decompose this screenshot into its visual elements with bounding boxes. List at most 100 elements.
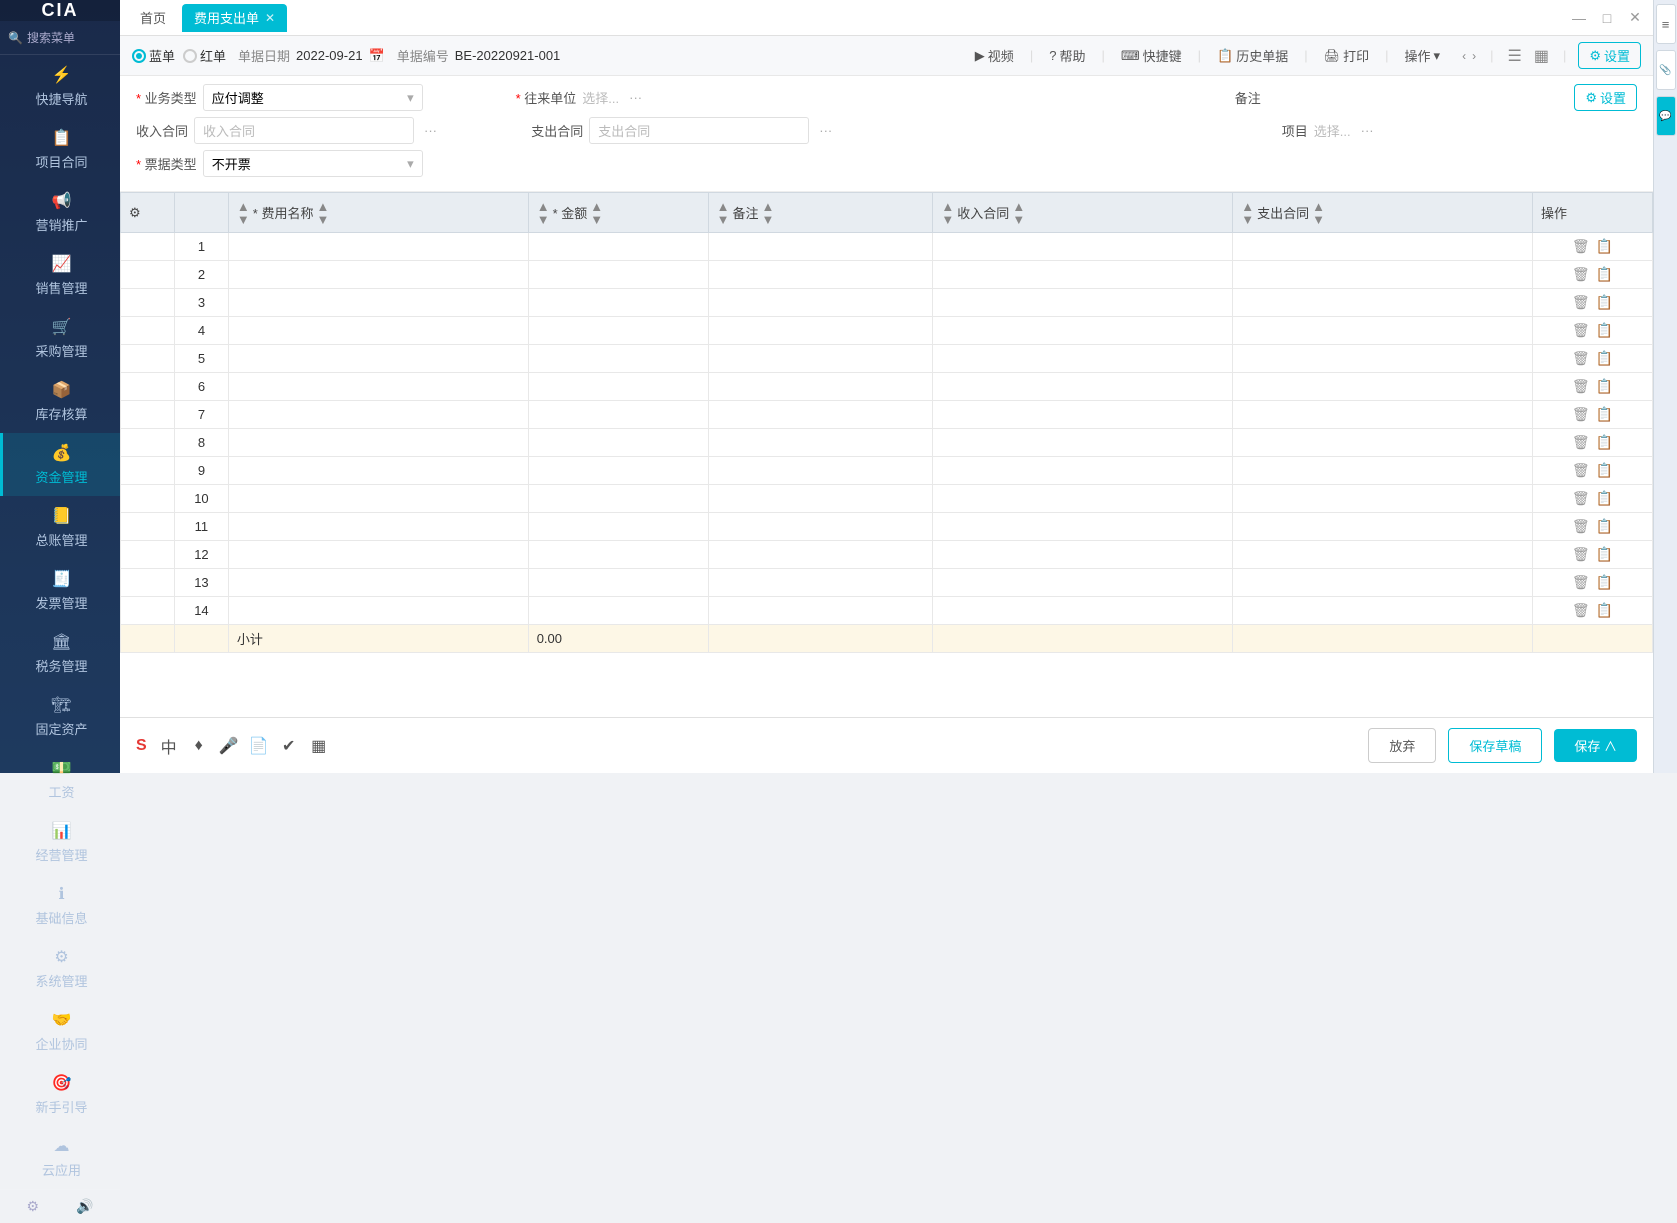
view-list-icon[interactable]: ☰ [1505, 46, 1523, 66]
row-remark-cell[interactable] [708, 261, 933, 289]
row-expense-cell[interactable] [1233, 373, 1533, 401]
row-remark-cell[interactable] [708, 541, 933, 569]
row-income-cell[interactable] [933, 485, 1233, 513]
row-income-cell[interactable] [933, 569, 1233, 597]
row-delete-icon[interactable]: 🗑 [1572, 406, 1590, 423]
row-expense-cell[interactable] [1233, 261, 1533, 289]
row-expense-cell[interactable] [1233, 485, 1533, 513]
sidebar-item-tax[interactable]: 🏛 税务管理 [0, 622, 120, 685]
sidebar-item-quick-nav[interactable]: ⚡ 快捷导航 [0, 55, 120, 118]
row-expense-cell[interactable] [1233, 289, 1533, 317]
row-expense-cell[interactable] [1233, 345, 1533, 373]
row-income-cell[interactable] [933, 345, 1233, 373]
sidebar-search-btn[interactable]: 🔍 搜索菜单 [0, 21, 120, 55]
help-btn[interactable]: ? 帮助 [1041, 43, 1093, 68]
row-amount-cell[interactable] [528, 233, 708, 261]
row-name-cell[interactable] [228, 289, 528, 317]
col-amount-header[interactable]: ▲▼ * 金额 ▲▼ [528, 193, 708, 233]
tab-expense[interactable]: 费用支出单✕ [182, 4, 287, 32]
row-copy-icon[interactable]: 📋 [1596, 490, 1613, 507]
row-income-cell[interactable] [933, 457, 1233, 485]
row-income-cell[interactable] [933, 401, 1233, 429]
sidebar-item-marketing[interactable]: 📢 营销推广 [0, 181, 120, 244]
row-expense-cell[interactable] [1233, 317, 1533, 345]
row-copy-icon[interactable]: 📋 [1596, 378, 1613, 395]
col-name-header[interactable]: ▲▼ * 费用名称 ▲▼ [228, 193, 528, 233]
row-delete-icon[interactable]: 🗑 [1572, 546, 1590, 563]
row-remark-cell[interactable] [708, 373, 933, 401]
row-delete-icon[interactable]: 🗑 [1572, 518, 1590, 535]
row-income-cell[interactable] [933, 513, 1233, 541]
right-btn-1[interactable]: ≡ [1656, 4, 1676, 44]
brand-check-icon[interactable]: ✔ [277, 734, 301, 758]
tab-home[interactable]: 首页 [128, 4, 178, 32]
row-expense-cell[interactable] [1233, 569, 1533, 597]
row-amount-cell[interactable] [528, 541, 708, 569]
tab-close-expense[interactable]: ✕ [265, 11, 275, 25]
row-remark-cell[interactable] [708, 429, 933, 457]
save-draft-button[interactable]: 保存草稿 [1448, 728, 1542, 763]
sidebar-item-ledger[interactable]: 📒 总账管理 [0, 496, 120, 559]
row-delete-icon[interactable]: 🗑 [1572, 434, 1590, 451]
row-copy-icon[interactable]: 📋 [1596, 294, 1613, 311]
expense-contract-dots[interactable]: ··· [819, 123, 832, 138]
calendar-icon[interactable]: 📅 [369, 48, 385, 64]
right-btn-2[interactable]: 📎 [1656, 50, 1676, 90]
shortcut-btn[interactable]: ⌨ 快捷键 [1113, 43, 1190, 68]
row-income-cell[interactable] [933, 317, 1233, 345]
row-expense-cell[interactable] [1233, 233, 1533, 261]
sidebar-item-basic-info[interactable]: ℹ 基础信息 [0, 874, 120, 937]
col-remark-header[interactable]: ▲▼ 备注 ▲▼ [708, 193, 933, 233]
row-name-cell[interactable] [228, 401, 528, 429]
row-delete-icon[interactable]: 🗑 [1572, 602, 1590, 619]
row-income-cell[interactable] [933, 597, 1233, 625]
brand-doc-icon[interactable]: 📄 [247, 734, 271, 758]
row-copy-icon[interactable]: 📋 [1596, 238, 1613, 255]
settings-button[interactable]: ⚙ 设置 [1578, 42, 1641, 69]
nav-next-btn[interactable]: › [1470, 49, 1478, 63]
row-delete-icon[interactable]: 🗑 [1572, 322, 1590, 339]
sidebar-volume-icon[interactable]: 🔊 [76, 1198, 93, 1215]
sidebar-settings-icon[interactable]: ⚙ [27, 1198, 40, 1215]
brand-grid-icon[interactable]: ▦ [307, 734, 331, 758]
brand-zh-icon[interactable]: 中 [157, 734, 181, 758]
row-delete-icon[interactable]: 🗑 [1572, 266, 1590, 283]
sidebar-item-invoice[interactable]: 🧾 发票管理 [0, 559, 120, 622]
row-name-cell[interactable] [228, 597, 528, 625]
invoice-type-select[interactable]: 不开票 ▾ [203, 150, 423, 177]
brand-mic-icon[interactable]: 🎤 [217, 734, 241, 758]
row-delete-icon[interactable]: 🗑 [1572, 462, 1590, 479]
sidebar-item-new-guide[interactable]: 🎯 新手引导 [0, 1063, 120, 1126]
row-income-cell[interactable] [933, 373, 1233, 401]
sidebar-item-sales[interactable]: 📈 销售管理 [0, 244, 120, 307]
row-amount-cell[interactable] [528, 569, 708, 597]
row-amount-cell[interactable] [528, 373, 708, 401]
row-remark-cell[interactable] [708, 317, 933, 345]
row-amount-cell[interactable] [528, 457, 708, 485]
minimize-button[interactable]: — [1569, 8, 1589, 28]
sidebar-item-fixed-assets[interactable]: 🏗 固定资产 [0, 685, 120, 748]
col-expense-header[interactable]: ▲▼ 支出合同 ▲▼ [1233, 193, 1533, 233]
row-name-cell[interactable] [228, 261, 528, 289]
row-amount-cell[interactable] [528, 317, 708, 345]
row-amount-cell[interactable] [528, 429, 708, 457]
row-expense-cell[interactable] [1233, 597, 1533, 625]
sidebar-item-salary[interactable]: 💵 工资 [0, 748, 120, 811]
row-remark-cell[interactable] [708, 289, 933, 317]
row-copy-icon[interactable]: 📋 [1596, 546, 1613, 563]
print-btn[interactable]: 🖨 打印 [1316, 43, 1378, 68]
row-income-cell[interactable] [933, 541, 1233, 569]
radio-red[interactable]: 红单 [183, 46, 226, 65]
sidebar-item-capital[interactable]: 💰 资金管理 [0, 433, 120, 496]
row-remark-cell[interactable] [708, 401, 933, 429]
row-delete-icon[interactable]: 🗑 [1572, 490, 1590, 507]
row-expense-cell[interactable] [1233, 429, 1533, 457]
row-copy-icon[interactable]: 📋 [1596, 266, 1613, 283]
row-expense-cell[interactable] [1233, 513, 1533, 541]
video-btn[interactable]: ▶ 视频 [967, 43, 1022, 68]
row-income-cell[interactable] [933, 429, 1233, 457]
row-remark-cell[interactable] [708, 597, 933, 625]
form-settings-btn[interactable]: ⚙ 设置 [1574, 84, 1637, 111]
business-type-select[interactable]: 应付调整 ▾ [203, 84, 423, 111]
row-name-cell[interactable] [228, 457, 528, 485]
